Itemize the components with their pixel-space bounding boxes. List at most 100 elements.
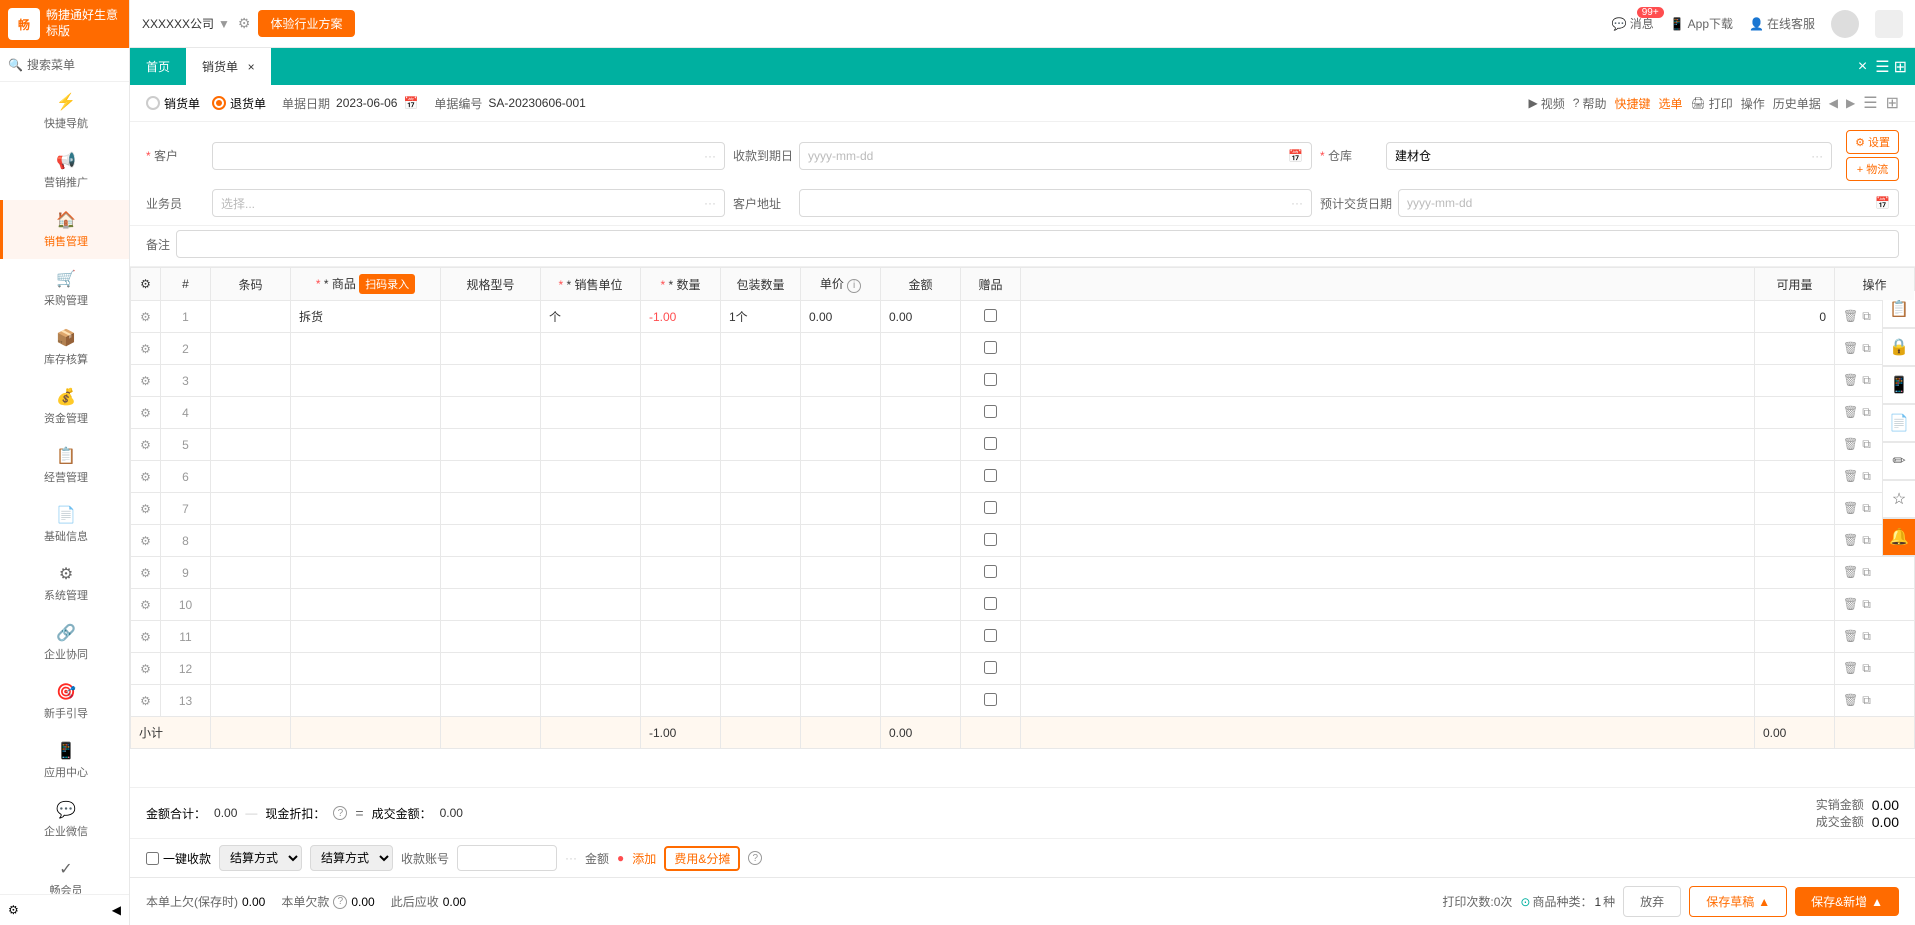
- trial-btn[interactable]: 体验行业方案: [258, 10, 354, 37]
- cell-amount[interactable]: [881, 621, 961, 653]
- expected-date-input[interactable]: yyyy-mm-dd 📅: [1398, 189, 1899, 217]
- cell-unit[interactable]: [541, 621, 641, 653]
- company-selector[interactable]: XXXXXX公司 ▼: [142, 15, 230, 32]
- salesperson-input[interactable]: 选择... ···: [212, 189, 725, 217]
- cell-qty[interactable]: [641, 365, 721, 397]
- return-order-radio[interactable]: 退货单: [212, 95, 266, 112]
- product-type-icon[interactable]: ⊙: [1520, 895, 1530, 909]
- print-btn[interactable]: 🖨 打印: [1691, 95, 1733, 112]
- cell-spec[interactable]: [441, 525, 541, 557]
- nav-next-icon[interactable]: ▶: [1846, 96, 1855, 110]
- close-all-btn[interactable]: ×: [1858, 58, 1867, 76]
- user-avatar[interactable]: [1831, 10, 1859, 38]
- payment-method-type[interactable]: 结算方式: [310, 845, 393, 871]
- cell-qty[interactable]: [641, 461, 721, 493]
- sales-order-radio[interactable]: 销货单: [146, 95, 200, 112]
- expected-calendar-icon[interactable]: 📅: [1875, 196, 1890, 210]
- cell-spec[interactable]: [441, 461, 541, 493]
- credit-info-icon[interactable]: ?: [333, 895, 347, 909]
- nav-prev-icon[interactable]: ◀: [1829, 96, 1838, 110]
- cell-pkg-qty[interactable]: 1个: [721, 301, 801, 333]
- add-btn[interactable]: ●: [617, 851, 624, 865]
- cell-product[interactable]: [291, 653, 441, 685]
- copy-row-icon[interactable]: ⧉: [1862, 501, 1871, 516]
- copy-row-icon[interactable]: ⧉: [1862, 469, 1871, 484]
- float-btn-2[interactable]: 🔒: [1882, 328, 1915, 366]
- cell-unit-price[interactable]: 0.00: [801, 301, 881, 333]
- th-settings[interactable]: ⚙: [131, 268, 161, 301]
- cell-barcode[interactable]: [211, 397, 291, 429]
- sidebar-item-finance[interactable]: 💰 资金管理: [0, 377, 129, 436]
- cell-amount[interactable]: [881, 365, 961, 397]
- sidebar-item-system[interactable]: ⚙ 系统管理: [0, 554, 129, 613]
- float-btn-6[interactable]: ☆: [1882, 480, 1915, 518]
- cell-unit[interactable]: [541, 653, 641, 685]
- cell-amount[interactable]: [881, 333, 961, 365]
- copy-row-icon[interactable]: ⧉: [1862, 405, 1871, 420]
- delete-row-icon[interactable]: 🗑: [1843, 341, 1858, 356]
- cell-unit[interactable]: [541, 461, 641, 493]
- cell-unit-price[interactable]: [801, 493, 881, 525]
- quick-pay-check[interactable]: [146, 852, 159, 865]
- topbar-settings-icon[interactable]: ⚙: [238, 15, 251, 32]
- cell-product[interactable]: [291, 525, 441, 557]
- payment-calendar-icon[interactable]: 📅: [1288, 149, 1303, 163]
- cell-pkg-qty[interactable]: [721, 333, 801, 365]
- cell-qty[interactable]: [641, 589, 721, 621]
- cell-amount[interactable]: [881, 557, 961, 589]
- cell-qty[interactable]: [641, 333, 721, 365]
- sidebar-item-basic[interactable]: 📄 基础信息: [0, 495, 129, 554]
- payment-due-input[interactable]: yyyy-mm-dd 📅: [799, 142, 1312, 170]
- cell-gift[interactable]: [961, 525, 1021, 557]
- delete-row-icon[interactable]: 🗑: [1843, 405, 1858, 420]
- sidebar-item-guide[interactable]: 🎯 新手引导: [0, 672, 129, 731]
- cell-product[interactable]: [291, 397, 441, 429]
- cell-gift[interactable]: [961, 301, 1021, 333]
- copy-row-icon[interactable]: ⧉: [1862, 373, 1871, 388]
- cell-pkg-qty[interactable]: [721, 429, 801, 461]
- cell-qty[interactable]: [641, 621, 721, 653]
- cell-barcode[interactable]: [211, 333, 291, 365]
- select-order-btn[interactable]: 选单: [1658, 95, 1682, 112]
- logistics-btn[interactable]: + 物流: [1846, 157, 1899, 181]
- cell-unit-price[interactable]: [801, 397, 881, 429]
- discard-btn[interactable]: 放弃: [1623, 886, 1681, 917]
- cell-spec[interactable]: [441, 333, 541, 365]
- sidebar-item-inventory[interactable]: 📦 库存核算: [0, 318, 129, 377]
- cell-gift[interactable]: [961, 365, 1021, 397]
- cell-spec[interactable]: [441, 685, 541, 717]
- copy-row-icon[interactable]: ⧉: [1862, 533, 1871, 548]
- account-input[interactable]: [457, 845, 557, 871]
- cell-spec[interactable]: [441, 397, 541, 429]
- copy-row-icon[interactable]: ⧉: [1862, 661, 1871, 676]
- customer-addr-input[interactable]: ···: [799, 189, 1312, 217]
- cell-spec[interactable]: [441, 429, 541, 461]
- draft-btn[interactable]: 保存草稿 ▲: [1689, 886, 1787, 917]
- cell-pkg-qty[interactable]: [721, 557, 801, 589]
- settings-btn[interactable]: ⚙ 设置: [1846, 130, 1899, 154]
- cell-barcode[interactable]: [211, 685, 291, 717]
- cell-unit[interactable]: [541, 685, 641, 717]
- float-btn-4[interactable]: 📄: [1882, 404, 1915, 442]
- cell-qty[interactable]: [641, 653, 721, 685]
- cell-qty[interactable]: [641, 397, 721, 429]
- sidebar-item-enterprise[interactable]: 🔗 企业协同: [0, 613, 129, 672]
- shortcut-btn[interactable]: 快捷键: [1614, 95, 1650, 112]
- cell-spec[interactable]: [441, 589, 541, 621]
- cell-amount[interactable]: [881, 493, 961, 525]
- cell-unit-price[interactable]: [801, 333, 881, 365]
- cell-pkg-qty[interactable]: [721, 365, 801, 397]
- cell-product[interactable]: [291, 429, 441, 461]
- cell-gift[interactable]: [961, 685, 1021, 717]
- cell-barcode[interactable]: [211, 589, 291, 621]
- cell-unit[interactable]: [541, 557, 641, 589]
- delete-row-icon[interactable]: 🗑: [1843, 565, 1858, 580]
- cell-product[interactable]: [291, 621, 441, 653]
- cell-barcode[interactable]: [211, 461, 291, 493]
- cell-gift[interactable]: [961, 397, 1021, 429]
- delete-row-icon[interactable]: 🗑: [1843, 597, 1858, 612]
- warehouse-input[interactable]: 建材仓 ···: [1386, 142, 1832, 170]
- sidebar-item-appstore[interactable]: 📱 应用中心: [0, 731, 129, 790]
- app-download-btn[interactable]: 📱 App下载: [1670, 15, 1733, 32]
- cell-product[interactable]: [291, 461, 441, 493]
